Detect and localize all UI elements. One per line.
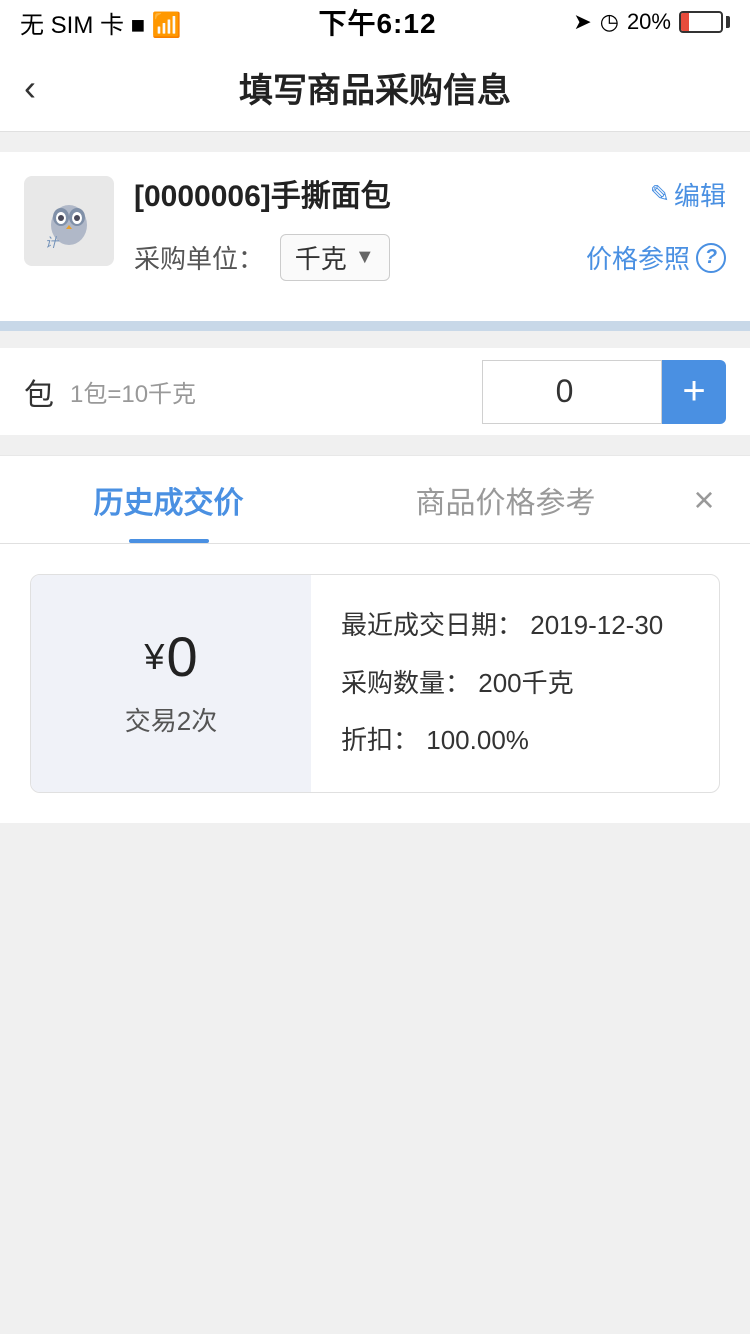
product-name: [0000006]手撕面包: [134, 176, 630, 218]
status-bar: 无 SIM 卡 ■ 📶 下午6:12 ➤ ◷ 20%: [0, 0, 750, 44]
status-left: 无 SIM 卡 ■ 📶: [20, 5, 182, 40]
recent-date-label: 最近成交日期：: [341, 610, 523, 640]
recent-date-row: 最近成交日期： 2019-12-30: [341, 605, 689, 647]
product-thumbnail: 计: [24, 176, 114, 266]
quantity-conversion: 1包=10千克: [70, 374, 196, 409]
separator-bar: [0, 321, 750, 331]
transaction-content: ¥ 0 交易2次 最近成交日期： 2019-12-30 采购数量： 200千克: [0, 544, 750, 823]
unit-label: 采购单位：: [134, 244, 264, 274]
transaction-left-panel: ¥ 0 交易2次: [31, 575, 311, 792]
info-icon: ?: [696, 243, 726, 273]
close-button[interactable]: ×: [674, 470, 734, 530]
quantity-detail-row: 采购数量： 200千克: [341, 663, 689, 705]
location-icon: ➤: [573, 9, 591, 35]
quantity-input[interactable]: [482, 360, 662, 424]
quantity-plus-button[interactable]: +: [662, 360, 726, 424]
product-info: [0000006]手撕面包 ✎ 编辑 采购单位： 千克 ▼: [134, 176, 726, 281]
status-time: 下午6:12: [318, 2, 436, 42]
tab-active-indicator: [129, 539, 209, 543]
tab-history-price[interactable]: 历史成交价: [0, 456, 337, 543]
nav-bar: ‹ 填写商品采购信息: [0, 44, 750, 132]
unit-select[interactable]: 千克 ▼: [280, 234, 390, 281]
quantity-detail-label: 采购数量：: [341, 668, 471, 698]
quantity-unit: 包: [24, 370, 54, 414]
trade-count: 交易2次: [125, 701, 217, 738]
network-status: 无 SIM 卡 ■ 📶: [20, 5, 182, 40]
currency-symbol: ¥: [144, 639, 164, 675]
tabs-header: 历史成交价 商品价格参考 ×: [0, 456, 750, 544]
recent-date-value: 2019-12-30: [530, 610, 663, 640]
battery-indicator: [679, 11, 730, 33]
discount-label: 折扣：: [341, 725, 419, 755]
quantity-input-group: +: [482, 360, 726, 424]
transaction-card: ¥ 0 交易2次 最近成交日期： 2019-12-30 采购数量： 200千克: [30, 574, 720, 793]
unit-row-left: 采购单位： 千克 ▼: [134, 234, 390, 281]
unit-value: 千克: [295, 239, 347, 276]
back-button[interactable]: ‹: [24, 57, 46, 119]
discount-row: 折扣： 100.00%: [341, 720, 689, 762]
tab-history-price-label: 历史成交价: [94, 478, 244, 522]
edit-icon: ✎: [650, 180, 670, 209]
owl-icon: 计: [39, 191, 99, 251]
price-ref-button[interactable]: 价格参照 ?: [586, 239, 726, 276]
tab-product-price[interactable]: 商品价格参考: [337, 456, 674, 543]
tab-product-price-label: 商品价格参考: [416, 478, 596, 522]
tabs-container: 历史成交价 商品价格参考 × ¥ 0 交易2次 最近成: [0, 455, 750, 823]
edit-button[interactable]: ✎ 编辑: [650, 176, 726, 213]
discount-value: 100.00%: [426, 725, 529, 755]
edit-label: 编辑: [674, 176, 726, 213]
price-value: 0: [166, 629, 197, 685]
product-card: 计 [0000006]手撕面包 ✎ 编辑 采购单位： 千克: [0, 152, 750, 321]
chevron-down-icon: ▼: [355, 246, 375, 269]
transaction-price: ¥ 0: [144, 629, 197, 685]
transaction-right-panel: 最近成交日期： 2019-12-30 采购数量： 200千克 折扣： 100.0…: [311, 575, 719, 792]
price-ref-label: 价格参照: [586, 239, 690, 276]
svg-text:计: 计: [45, 235, 60, 250]
alarm-icon: ◷: [600, 9, 619, 35]
battery-percent: 20%: [627, 9, 671, 35]
quantity-row: 包 1包=10千克 +: [0, 347, 750, 435]
status-right: ➤ ◷ 20%: [573, 9, 730, 35]
quantity-detail-value: 200千克: [478, 668, 573, 698]
page-title: 填写商品采购信息: [239, 63, 511, 112]
